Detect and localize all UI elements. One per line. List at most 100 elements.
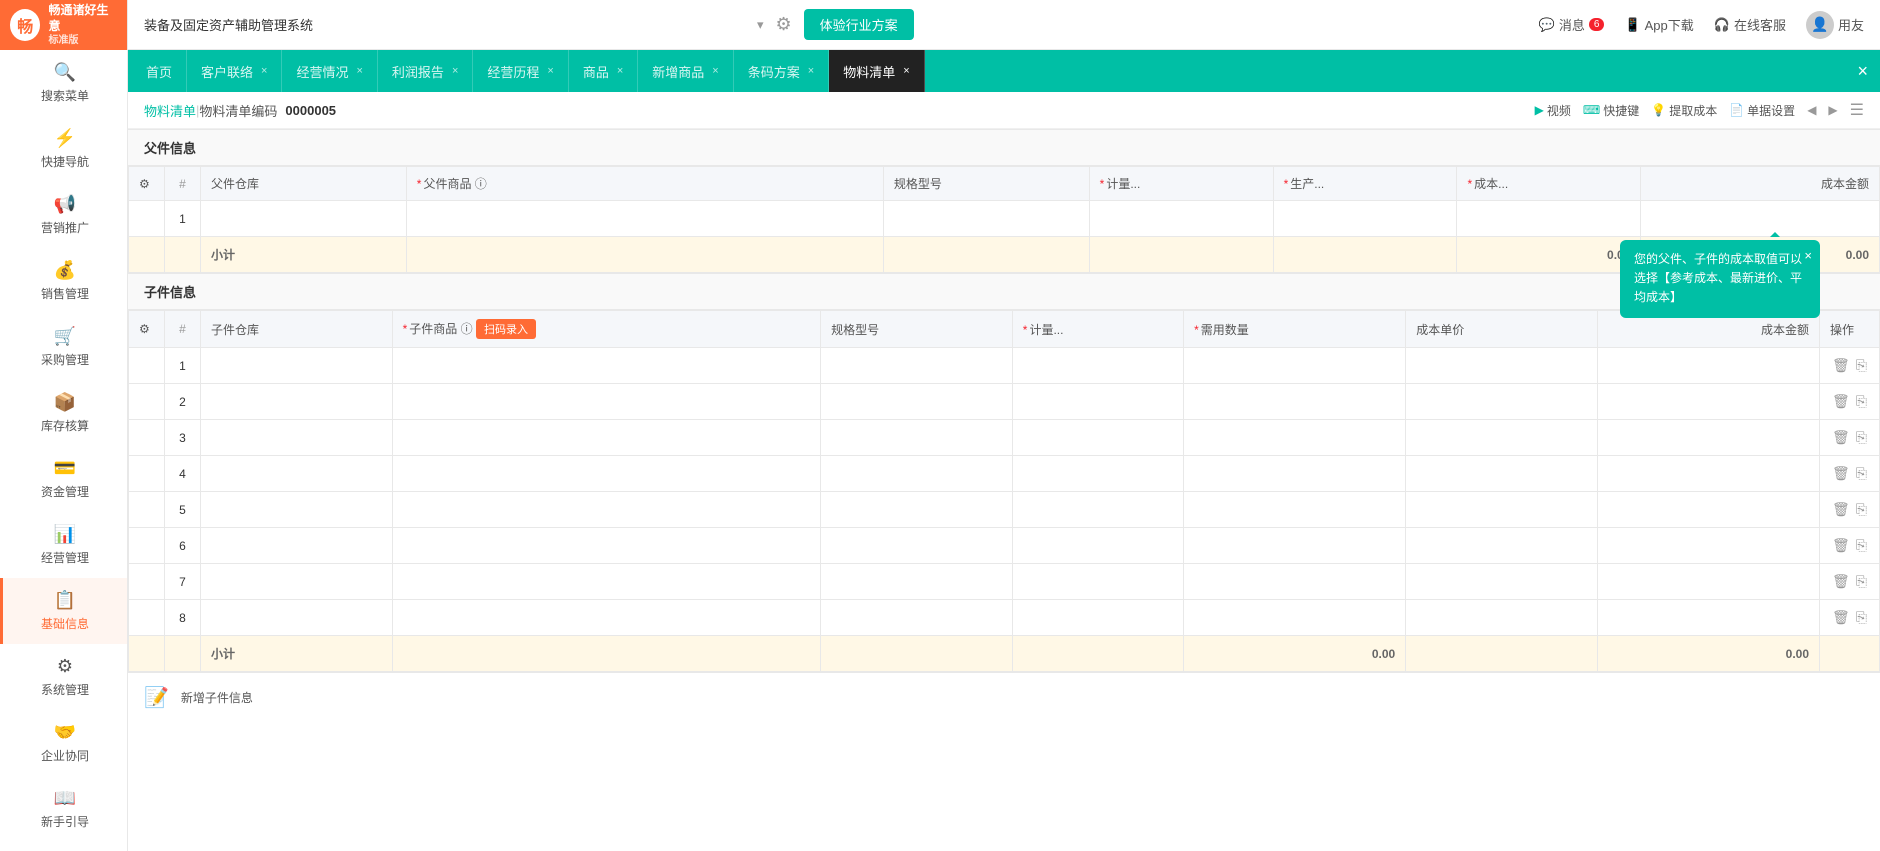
child-th-settings[interactable]: ⚙	[129, 311, 165, 348]
child-cell-unit-2[interactable]	[1012, 384, 1183, 420]
toolbar-nav-right[interactable]: ▶	[1828, 103, 1837, 117]
child-cell-spec-7[interactable]	[821, 564, 1013, 600]
tooltip-close-btn[interactable]: ×	[1804, 246, 1812, 267]
user-menu[interactable]: 👤 用友	[1806, 11, 1864, 39]
child-cell-unit-6[interactable]	[1012, 528, 1183, 564]
child-cell-warehouse-6[interactable]	[201, 528, 393, 564]
delete-row-7-btn[interactable]: 🗑	[1832, 573, 1850, 590]
view-video-btn[interactable]: ▶ 视频	[1535, 102, 1571, 119]
sidebar-item-basic-info[interactable]: 📋 基础信息	[0, 578, 127, 644]
delete-row-1-btn[interactable]: 🗑	[1832, 357, 1850, 374]
parent-cell-goods[interactable]	[406, 201, 883, 237]
child-cell-goods-3[interactable]	[392, 420, 821, 456]
child-cell-warehouse-5[interactable]	[201, 492, 393, 528]
child-cell-goods-5[interactable]	[392, 492, 821, 528]
delete-row-6-btn[interactable]: 🗑	[1832, 537, 1850, 554]
child-cell-warehouse-8[interactable]	[201, 600, 393, 636]
child-cell-qty-4[interactable]	[1184, 456, 1406, 492]
tab-bom-close[interactable]: ×	[903, 65, 909, 77]
copy-row-3-btn[interactable]: ⎘	[1856, 429, 1867, 446]
child-cell-goods-8[interactable]	[392, 600, 821, 636]
sidebar-item-purchase[interactable]: 🛒 采购管理	[0, 314, 127, 380]
delete-row-5-btn[interactable]: 🗑	[1832, 501, 1850, 518]
child-cell-qty-1[interactable]	[1184, 348, 1406, 384]
tab-profit[interactable]: 利润报告 ×	[378, 50, 473, 92]
sidebar-item-finance[interactable]: 💳 资金管理	[0, 446, 127, 512]
copy-row-5-btn[interactable]: ⎘	[1856, 501, 1867, 518]
copy-row-2-btn[interactable]: ⎘	[1856, 393, 1867, 410]
parent-th-settings[interactable]: ⚙	[129, 167, 165, 201]
copy-row-1-btn[interactable]: ⎘	[1856, 357, 1867, 374]
tab-new-goods-close[interactable]: ×	[712, 65, 718, 77]
child-cell-unit-cost-3[interactable]	[1406, 420, 1598, 456]
child-cell-qty-2[interactable]	[1184, 384, 1406, 420]
child-cell-unit-7[interactable]	[1012, 564, 1183, 600]
child-cell-qty-8[interactable]	[1184, 600, 1406, 636]
sidebar-item-inventory[interactable]: 📦 库存核算	[0, 380, 127, 446]
delete-row-3-btn[interactable]: 🗑	[1832, 429, 1850, 446]
child-cell-unit-cost-5[interactable]	[1406, 492, 1598, 528]
delete-row-4-btn[interactable]: 🗑	[1832, 465, 1850, 482]
nav-close-all[interactable]: ×	[1845, 61, 1880, 82]
child-cell-unit-cost-8[interactable]	[1406, 600, 1598, 636]
child-cell-goods-7[interactable]	[392, 564, 821, 600]
tab-history[interactable]: 经营历程 ×	[473, 50, 568, 92]
sidebar-item-search[interactable]: 🔍 搜索菜单	[0, 50, 127, 116]
parent-cell-costtype[interactable]	[1457, 201, 1641, 237]
tab-barcode[interactable]: 条码方案 ×	[734, 50, 829, 92]
child-cell-goods-1[interactable]	[392, 348, 821, 384]
online-service-btn[interactable]: 🎧 在线客服	[1714, 15, 1786, 34]
sidebar-item-cooperation[interactable]: 🤝 企业协同	[0, 710, 127, 776]
tab-goods[interactable]: 商品 ×	[569, 50, 638, 92]
tab-barcode-close[interactable]: ×	[808, 65, 814, 77]
app-download-btn[interactable]: 📱 App下载	[1624, 15, 1693, 34]
child-cell-unit-5[interactable]	[1012, 492, 1183, 528]
child-cell-goods-4[interactable]	[392, 456, 821, 492]
child-cell-warehouse-2[interactable]	[201, 384, 393, 420]
sidebar-item-system[interactable]: ⚙ 系统管理	[0, 644, 127, 710]
child-cell-qty-7[interactable]	[1184, 564, 1406, 600]
child-cell-spec-8[interactable]	[821, 600, 1013, 636]
tab-customer-close[interactable]: ×	[261, 65, 267, 77]
tab-history-close[interactable]: ×	[547, 65, 553, 77]
child-cell-spec-6[interactable]	[821, 528, 1013, 564]
child-cell-warehouse-3[interactable]	[201, 420, 393, 456]
child-cell-qty-6[interactable]	[1184, 528, 1406, 564]
sidebar-item-guide[interactable]: 📖 新手引导	[0, 776, 127, 842]
settings-icon[interactable]: ⚙	[776, 14, 792, 35]
copy-row-4-btn[interactable]: ⎘	[1856, 465, 1867, 482]
sidebar-item-marketing[interactable]: 📢 营销推广	[0, 182, 127, 248]
tab-operations-close[interactable]: ×	[356, 65, 362, 77]
child-cell-unit-cost-2[interactable]	[1406, 384, 1598, 420]
shortcut-btn[interactable]: ⌨ 快捷键	[1583, 102, 1639, 119]
child-cell-warehouse-1[interactable]	[201, 348, 393, 384]
add-row-icon[interactable]: 📝	[144, 685, 169, 710]
child-cell-goods-2[interactable]	[392, 384, 821, 420]
message-btn[interactable]: 💬 消息 6	[1539, 15, 1605, 34]
child-cell-qty-5[interactable]	[1184, 492, 1406, 528]
sidebar-item-sales[interactable]: 💰 销售管理	[0, 248, 127, 314]
tab-bom[interactable]: 物料清单 ×	[829, 50, 924, 92]
child-cell-warehouse-4[interactable]	[201, 456, 393, 492]
sidebar-item-operations[interactable]: 📊 经营管理	[0, 512, 127, 578]
single-settings-btn[interactable]: 📄 单据设置	[1729, 102, 1795, 119]
toolbar-nav-left[interactable]: ◀	[1807, 103, 1816, 117]
tab-customer[interactable]: 客户联络 ×	[187, 50, 282, 92]
child-cell-unit-cost-7[interactable]	[1406, 564, 1598, 600]
child-cell-spec-1[interactable]	[821, 348, 1013, 384]
child-cell-spec-3[interactable]	[821, 420, 1013, 456]
add-row-label[interactable]: 新增子件信息	[181, 689, 253, 706]
extract-cost-btn[interactable]: 💡 提取成本	[1651, 102, 1717, 119]
tab-operations[interactable]: 经营情况 ×	[282, 50, 377, 92]
sidebar-item-quicknav[interactable]: ⚡ 快捷导航	[0, 116, 127, 182]
tab-goods-close[interactable]: ×	[617, 65, 623, 77]
child-cell-spec-4[interactable]	[821, 456, 1013, 492]
child-cell-unit-8[interactable]	[1012, 600, 1183, 636]
copy-row-6-btn[interactable]: ⎘	[1856, 537, 1867, 554]
child-cell-spec-5[interactable]	[821, 492, 1013, 528]
parent-cell-spec[interactable]	[883, 201, 1089, 237]
tab-profit-close[interactable]: ×	[452, 65, 458, 77]
child-cell-unit-cost-1[interactable]	[1406, 348, 1598, 384]
try-industry-btn[interactable]: 体验行业方案	[804, 9, 914, 40]
child-cell-unit-1[interactable]	[1012, 348, 1183, 384]
